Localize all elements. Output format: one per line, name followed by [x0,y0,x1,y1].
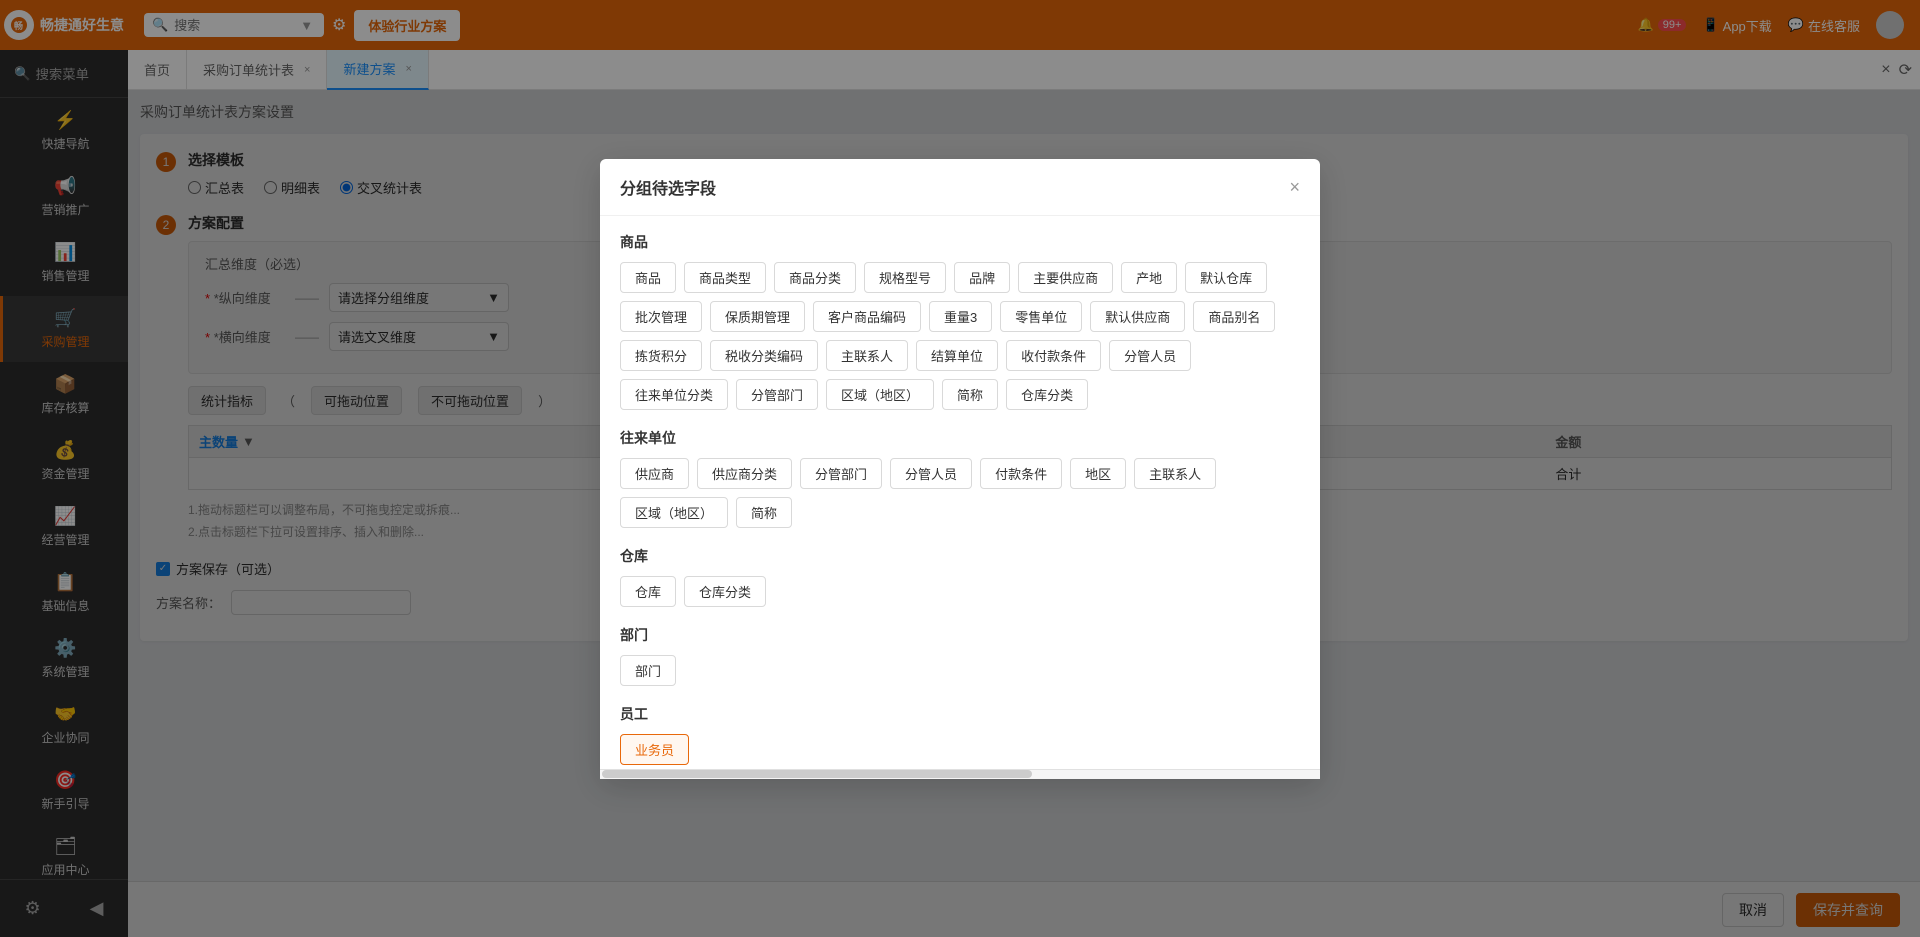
field-chip[interactable]: 简称 [942,379,998,410]
field-chip[interactable]: 商品类型 [684,262,766,293]
field-group-2: 仓库仓库仓库分类 [620,546,1300,607]
field-chip[interactable]: 主要供应商 [1018,262,1113,293]
field-chip[interactable]: 主联系人 [826,340,908,371]
field-chip[interactable]: 区域（地区） [620,497,728,528]
field-chip[interactable]: 税收分类编码 [710,340,818,371]
field-chip[interactable]: 供应商 [620,458,689,489]
modal-hscroll[interactable] [600,769,1320,779]
modal-body: 商品商品商品类型商品分类规格型号品牌主要供应商产地默认仓库批次管理保质期管理客户… [600,216,1320,769]
field-chips-2: 仓库仓库分类 [620,576,1300,607]
field-chip[interactable]: 仓库 [620,576,676,607]
field-chip[interactable]: 供应商分类 [697,458,792,489]
field-chip[interactable]: 区域（地区） [826,379,934,410]
field-group-3: 部门部门 [620,625,1300,686]
field-group-title-1: 往来单位 [620,428,1300,448]
field-group-title-2: 仓库 [620,546,1300,566]
field-chips-1: 供应商供应商分类分管部门分管人员付款条件地区主联系人区域（地区） 简称 [620,458,1300,528]
field-chip[interactable]: 分管人员 [890,458,972,489]
field-chips-4: 业务员 [620,734,1300,765]
modal-overlay[interactable]: 分组待选字段 × 商品商品商品类型商品分类规格型号品牌主要供应商产地默认仓库批次… [0,0,1920,937]
field-chip[interactable]: 分管人员 [1109,340,1191,371]
field-chip[interactable]: 仓库分类 [684,576,766,607]
field-group-4: 员工业务员 [620,704,1300,765]
field-chip[interactable]: 简称 [736,497,792,528]
hscroll-thumb [602,770,1032,778]
field-chip[interactable]: 分管部门 [736,379,818,410]
field-chip[interactable]: 商品 [620,262,676,293]
field-chip[interactable]: 主联系人 [1134,458,1216,489]
field-chip[interactable]: 重量3 [929,301,992,332]
field-chip[interactable]: 仓库分类 [1006,379,1088,410]
field-chip[interactable]: 付款条件 [980,458,1062,489]
field-chips-0: 商品商品类型商品分类规格型号品牌主要供应商产地默认仓库批次管理保质期管理客户商品… [620,262,1300,410]
field-chip[interactable]: 产地 [1121,262,1177,293]
field-group-title-0: 商品 [620,232,1300,252]
modal-close-button[interactable]: × [1289,178,1300,196]
field-chip[interactable]: 保质期管理 [710,301,805,332]
field-chip[interactable]: 拣货积分 [620,340,702,371]
field-chip[interactable]: 默认供应商 [1090,301,1185,332]
field-chip[interactable]: 地区 [1070,458,1126,489]
field-chip[interactable]: 客户商品编码 [813,301,921,332]
field-group-1: 往来单位供应商供应商分类分管部门分管人员付款条件地区主联系人区域（地区） 简称 [620,428,1300,528]
field-chip[interactable]: 批次管理 [620,301,702,332]
field-chip[interactable]: 业务员 [620,734,689,765]
modal-header: 分组待选字段 × [600,159,1320,216]
field-chip[interactable]: 往来单位分类 [620,379,728,410]
field-chip[interactable]: 品牌 [954,262,1010,293]
field-chip[interactable]: 零售单位 [1000,301,1082,332]
field-chip[interactable]: 默认仓库 [1185,262,1267,293]
field-group-title-3: 部门 [620,625,1300,645]
field-chip[interactable]: 规格型号 [864,262,946,293]
field-group-0: 商品商品商品类型商品分类规格型号品牌主要供应商产地默认仓库批次管理保质期管理客户… [620,232,1300,410]
field-group-title-4: 员工 [620,704,1300,724]
field-chip[interactable]: 商品分类 [774,262,856,293]
field-chip[interactable]: 部门 [620,655,676,686]
field-chip[interactable]: 收付款条件 [1006,340,1101,371]
modal-title: 分组待选字段 [620,175,716,199]
field-chips-3: 部门 [620,655,1300,686]
field-chip[interactable]: 结算单位 [916,340,998,371]
field-chip[interactable]: 分管部门 [800,458,882,489]
field-chip[interactable]: 商品别名 [1193,301,1275,332]
modal-dialog: 分组待选字段 × 商品商品商品类型商品分类规格型号品牌主要供应商产地默认仓库批次… [600,159,1320,779]
